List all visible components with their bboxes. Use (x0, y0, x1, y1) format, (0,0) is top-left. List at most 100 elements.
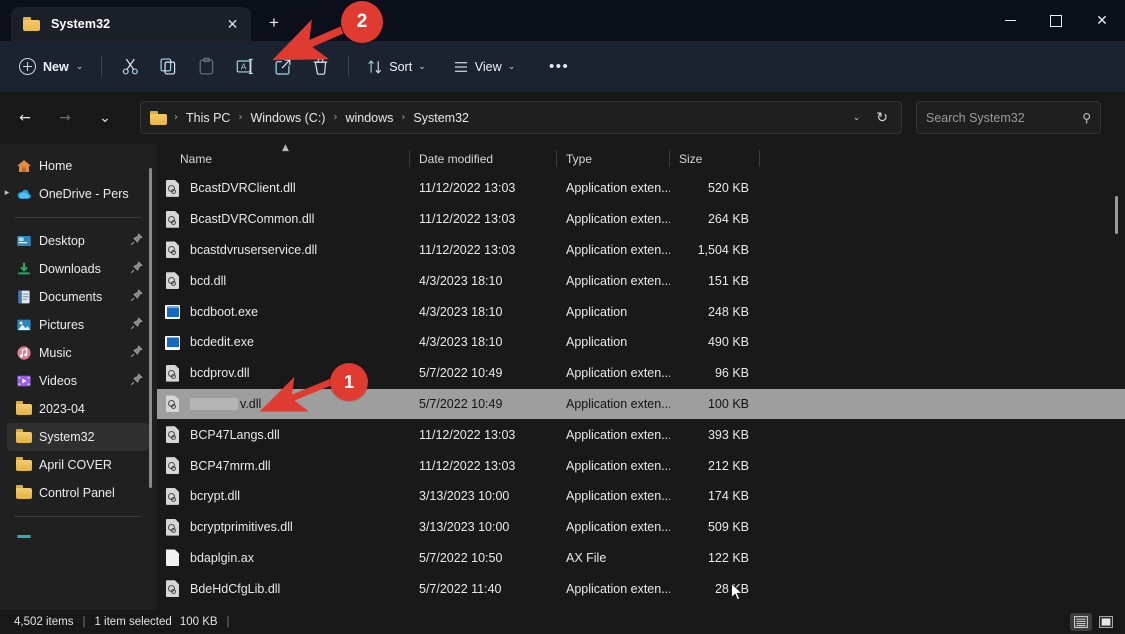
file-date: 4/3/2023 18:10 (419, 273, 503, 288)
cut-button[interactable] (111, 50, 149, 84)
toolbar-divider (101, 56, 103, 77)
view-button[interactable]: View ⌄ (444, 51, 524, 83)
folder-icon (16, 429, 32, 445)
sort-button[interactable]: Sort ⌄ (358, 51, 434, 83)
search-placeholder: Search System32 (926, 110, 1025, 125)
search-input[interactable]: Search System32 ⚲ (916, 101, 1101, 134)
sidebar-item-this-pc-partial[interactable] (7, 526, 149, 554)
sidebar-item-music[interactable]: Music (7, 339, 149, 367)
status-bar: 4,502 items | 1 item selected 100 KB | (0, 610, 1125, 634)
table-row[interactable]: bdaplgin.ax 5/7/2022 10:50 AX File 122 K… (157, 543, 1125, 574)
rename-button[interactable]: A (225, 50, 263, 84)
table-row[interactable]: bcdprov.dll 5/7/2022 10:49 Application e… (157, 358, 1125, 389)
file-list-scrollbar[interactable] (1115, 196, 1118, 234)
sidebar-item-system32[interactable]: System32 (7, 423, 149, 451)
window-controls: ✕ (987, 0, 1125, 41)
file-date: 4/3/2023 18:10 (419, 304, 503, 319)
sidebar-item-label: System32 (39, 430, 95, 444)
large-icons-view-icon (1099, 616, 1113, 628)
breadcrumb-item-windows[interactable]: windows (339, 108, 399, 128)
file-name: bcdboot.exe (190, 304, 259, 319)
breadcrumb-item-this-pc[interactable]: This PC (180, 108, 236, 128)
file-name: bcrypt.dll (190, 489, 241, 504)
column-header-date-modified[interactable]: Date modified (410, 144, 557, 173)
dll-file-icon (165, 487, 180, 505)
pictures-icon (16, 317, 32, 333)
table-row[interactable]: BdeHdCfgLib.dll 5/7/2022 11:40 Applicati… (157, 573, 1125, 604)
close-window-button[interactable]: ✕ (1079, 0, 1125, 41)
share-button[interactable] (263, 50, 301, 84)
file-name: bcryptprimitives.dll (190, 520, 293, 535)
delete-button[interactable] (301, 50, 339, 84)
explorer-body: Home ▸ OneDrive - Pers Desktop Downloads… (0, 143, 1125, 610)
table-row[interactable]: bcdedit.exe 4/3/2023 18:10 Application 4… (157, 327, 1125, 358)
column-header-size[interactable]: Size (670, 144, 760, 173)
more-options-button[interactable]: ••• (540, 50, 578, 84)
command-toolbar: New ⌄ A Sort ⌄ View ⌄ ••• (0, 41, 1125, 92)
details-view-button[interactable] (1070, 613, 1092, 631)
paste-button[interactable] (187, 50, 225, 84)
sidebar-item-label: Music (39, 346, 72, 360)
sort-ascending-icon: ▲ (282, 143, 289, 153)
sidebar-item-april-cover[interactable]: April COVER (7, 451, 149, 479)
large-icons-view-button[interactable] (1095, 613, 1117, 631)
new-tab-button[interactable]: + (262, 12, 286, 34)
folder-icon (150, 110, 167, 125)
sidebar-item-onedrive[interactable]: ▸ OneDrive - Pers (5, 180, 149, 208)
sidebar-scrollbar[interactable] (149, 168, 152, 488)
breadcrumb[interactable]: › This PC › Windows (C:) › windows › Sys… (140, 101, 902, 134)
exe-file-icon (165, 334, 180, 351)
file-type: Application exten... (566, 427, 670, 442)
item-count: 4,502 items (14, 616, 74, 628)
table-row[interactable]: bcryptprimitives.dll 3/13/2023 10:00 App… (157, 512, 1125, 543)
redacted-filename-block (190, 397, 238, 410)
file-size: 174 KB (707, 489, 749, 504)
table-row[interactable]: bcdboot.exe 4/3/2023 18:10 Application 2… (157, 296, 1125, 327)
file-date: 11/12/2022 13:03 (419, 242, 516, 257)
back-button[interactable]: ← (10, 103, 40, 133)
sidebar-item-control-panel[interactable]: Control Panel (7, 479, 149, 507)
sidebar-item-2023-04[interactable]: 2023-04 (7, 395, 149, 423)
chevron-right-icon[interactable]: ▸ (0, 188, 14, 200)
file-size: 1,504 KB (697, 242, 749, 257)
chevron-down-icon[interactable]: ⌄ (846, 113, 868, 123)
file-name-cell: v.dll (157, 395, 410, 413)
table-row[interactable]: bcd.dll 4/3/2023 18:10 Application exten… (157, 265, 1125, 296)
file-size: 264 KB (707, 212, 749, 227)
dll-file-icon (165, 580, 180, 598)
table-row[interactable]: BcastDVRClient.dll 11/12/2022 13:03 Appl… (157, 173, 1125, 204)
recent-locations-button[interactable]: ⌄ (90, 103, 120, 133)
file-name-cell: bcdboot.exe (157, 303, 410, 320)
column-header-name[interactable]: Name ▲ (157, 143, 410, 173)
column-header-label: Date modified (419, 151, 494, 166)
copy-button[interactable] (149, 50, 187, 84)
table-row[interactable]: BCP47Langs.dll 11/12/2022 13:03 Applicat… (157, 419, 1125, 450)
search-icon[interactable]: ⚲ (1082, 111, 1091, 125)
close-tab-icon[interactable]: ✕ (224, 16, 241, 33)
sidebar-item-desktop[interactable]: Desktop (7, 227, 149, 255)
tab-system32[interactable]: System32 ✕ (11, 7, 251, 41)
sidebar-item-home[interactable]: Home (7, 152, 149, 180)
table-row[interactable]: bcrypt.dll 3/13/2023 10:00 Application e… (157, 481, 1125, 512)
minimize-button[interactable] (987, 0, 1033, 41)
sidebar-item-label: Control Panel (39, 486, 115, 500)
sidebar-item-downloads[interactable]: Downloads (7, 255, 149, 283)
sidebar-item-videos[interactable]: Videos (7, 367, 149, 395)
column-header-type[interactable]: Type (557, 144, 670, 173)
table-row[interactable]: bcastdvruserservice.dll 11/12/2022 13:03… (157, 235, 1125, 266)
breadcrumb-item-system32[interactable]: System32 (407, 108, 475, 128)
refresh-icon[interactable]: ↻ (869, 110, 895, 126)
table-row[interactable]: BCP47mrm.dll 11/12/2022 13:03 Applicatio… (157, 450, 1125, 481)
sidebar-item-pictures[interactable]: Pictures (7, 311, 149, 339)
breadcrumb-item-windows-c[interactable]: Windows (C:) (244, 108, 331, 128)
file-list-pane: Name ▲ Date modified Type Size BcastDVRC… (157, 143, 1125, 610)
table-row-selected[interactable]: v.dll 5/7/2022 10:49 Application exten..… (157, 388, 1125, 420)
sidebar-item-documents[interactable]: Documents (7, 283, 149, 311)
status-separator-2: | (226, 616, 230, 628)
view-toggle-group (1070, 613, 1117, 631)
new-button[interactable]: New ⌄ (12, 51, 92, 83)
forward-button[interactable]: → (50, 103, 80, 133)
table-row[interactable]: BcastDVRCommon.dll 11/12/2022 13:03 Appl… (157, 204, 1125, 235)
sort-icon (368, 59, 382, 74)
maximize-button[interactable] (1033, 0, 1079, 41)
